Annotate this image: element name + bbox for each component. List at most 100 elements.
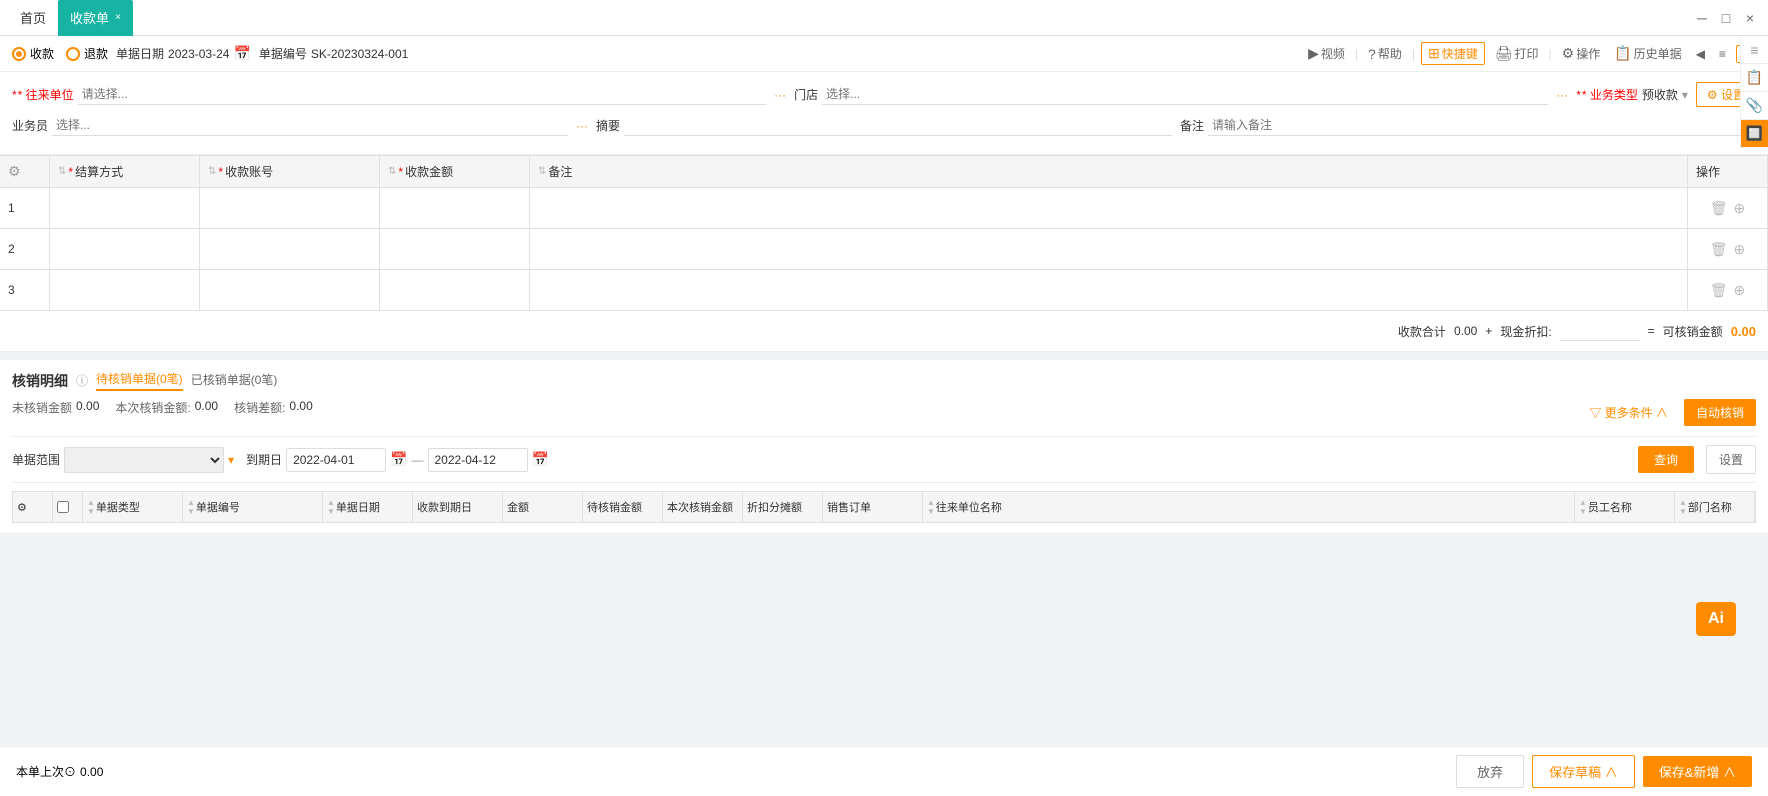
salesperson-input[interactable] bbox=[52, 115, 568, 136]
date-from-input[interactable] bbox=[286, 448, 386, 472]
store-input[interactable] bbox=[822, 84, 1548, 105]
nuclear-info-icon[interactable]: ⓘ bbox=[76, 372, 88, 389]
counterpart-label: ** 往来单位 bbox=[12, 86, 74, 103]
business-type-arrow[interactable]: ▾ bbox=[1682, 88, 1688, 102]
bth-amount-label: 金额 bbox=[507, 499, 529, 515]
prev-icon[interactable]: ◀ bbox=[1692, 45, 1709, 63]
delete-row-1-icon[interactable]: 🗑 bbox=[1710, 200, 1728, 217]
date-value[interactable]: 2023-03-24 bbox=[168, 47, 229, 61]
history-action[interactable]: 📋 历史单据 bbox=[1610, 43, 1685, 64]
table-gear-icon[interactable]: ⚙ bbox=[8, 163, 21, 180]
panel-icon-attach[interactable]: 📎 bbox=[1741, 92, 1768, 120]
auto-nuclear-button[interactable]: 自动核销 bbox=[1684, 399, 1756, 426]
bth-sales-order: 销售订单 bbox=[823, 492, 923, 522]
copy-row-2-icon[interactable]: ⊕ bbox=[1734, 241, 1746, 258]
bth-checkbox[interactable] bbox=[53, 492, 83, 522]
bth-settings[interactable]: ⚙ bbox=[13, 492, 53, 522]
video-icon: ▶ bbox=[1308, 45, 1319, 62]
copy-row-1-icon[interactable]: ⊕ bbox=[1734, 200, 1746, 217]
home-tab[interactable]: 首页 bbox=[8, 0, 58, 36]
discount-input[interactable] bbox=[1560, 321, 1640, 341]
print-action[interactable]: 🖨 打印 bbox=[1491, 43, 1543, 64]
date-to-input[interactable] bbox=[428, 448, 528, 472]
range-label: 单据范围 bbox=[12, 451, 60, 468]
query-button[interactable]: 查询 bbox=[1638, 446, 1694, 473]
close-tab-icon[interactable]: × bbox=[115, 12, 121, 23]
remark-input[interactable] bbox=[1208, 115, 1756, 136]
td-account-2[interactable] bbox=[200, 229, 380, 269]
store-field: 门店 ··· bbox=[794, 84, 1568, 105]
panel-icon-table[interactable]: ≡ bbox=[1741, 36, 1768, 64]
td-remark-3[interactable] bbox=[530, 270, 1688, 310]
td-amount-3[interactable] bbox=[380, 270, 530, 310]
date-to-calendar-icon[interactable]: 📅 bbox=[532, 451, 549, 468]
td-remark-1[interactable] bbox=[530, 188, 1688, 228]
date-calendar-icon[interactable]: 📅 bbox=[233, 45, 250, 62]
window-controls: ─ □ × bbox=[1692, 8, 1760, 28]
footer-info: 本单上次⊙ 0.00 bbox=[16, 763, 103, 780]
operation-icon: ⚙ bbox=[1562, 45, 1575, 62]
radio-refund[interactable]: 退款 bbox=[66, 45, 108, 62]
th-action-label: 操作 bbox=[1696, 163, 1720, 180]
nuclear-tab-pending[interactable]: 待核销单据(0笔) bbox=[96, 370, 183, 391]
operation-action[interactable]: ⚙ 操作 bbox=[1558, 43, 1605, 64]
summary-input[interactable] bbox=[624, 115, 1172, 136]
bill-no-value[interactable]: SK-20230324-001 bbox=[311, 47, 408, 61]
delete-row-2-icon[interactable]: 🗑 bbox=[1710, 241, 1728, 258]
store-dots[interactable]: ··· bbox=[1556, 88, 1568, 102]
date-field: 单据日期 2023-03-24 📅 bbox=[116, 45, 251, 62]
save-draft-label: 保存草稿 ∧ bbox=[1549, 762, 1618, 781]
maximize-btn[interactable]: □ bbox=[1716, 8, 1736, 28]
td-account-3[interactable] bbox=[200, 270, 380, 310]
ai-badge[interactable]: Ai bbox=[1696, 602, 1736, 636]
delete-row-3-icon[interactable]: 🗑 bbox=[1710, 282, 1728, 299]
select-all-checkbox[interactable] bbox=[57, 501, 69, 513]
td-amount-2[interactable] bbox=[380, 229, 530, 269]
radio-receive[interactable]: 收款 bbox=[12, 45, 54, 62]
close-window-btn[interactable]: × bbox=[1740, 8, 1760, 28]
total-label: 收款合计 bbox=[1398, 323, 1446, 340]
td-remark-2[interactable] bbox=[530, 229, 1688, 269]
discard-button[interactable]: 放弃 bbox=[1456, 755, 1524, 788]
td-amount-1[interactable] bbox=[380, 188, 530, 228]
receipt-table: ⚙ ⇅ * 结算方式 ⇅ * 收款账号 ⇅ * 收款金额 ⇅ 备注 操作 1 bbox=[0, 155, 1768, 311]
salesperson-dots[interactable]: ··· bbox=[576, 119, 588, 133]
td-payment-1[interactable] bbox=[50, 188, 200, 228]
video-action[interactable]: ▶ 视频 bbox=[1304, 43, 1349, 64]
bth-type-label: 单据类型 bbox=[96, 499, 140, 515]
td-payment-3[interactable] bbox=[50, 270, 200, 310]
td-account-1[interactable] bbox=[200, 188, 380, 228]
range-select[interactable] bbox=[64, 447, 224, 473]
minimize-btn[interactable]: ─ bbox=[1692, 8, 1712, 28]
td-num-1: 1 bbox=[0, 188, 50, 228]
more-conditions-btn[interactable]: ▽ 更多条件 ∧ bbox=[1589, 399, 1668, 426]
nuclear-tab-done[interactable]: 已核销单据(0笔) bbox=[191, 371, 278, 390]
counterpart-input[interactable] bbox=[78, 84, 766, 105]
receipt-tab[interactable]: 收款单 × bbox=[58, 0, 133, 36]
table-header: ⚙ ⇅ * 结算方式 ⇅ * 收款账号 ⇅ * 收款金额 ⇅ 备注 操作 bbox=[0, 155, 1768, 188]
copy-row-3-icon[interactable]: ⊕ bbox=[1734, 282, 1746, 299]
panel-icon-screenshot[interactable]: 🔲 bbox=[1741, 120, 1768, 148]
history-icon: 📋 bbox=[1614, 45, 1631, 62]
footer-info-label: 本单上次⊙ bbox=[16, 763, 76, 780]
counterpart-dots[interactable]: ··· bbox=[774, 88, 786, 102]
panel-icon-docs[interactable]: 📋 bbox=[1741, 64, 1768, 92]
help-action[interactable]: ? 帮助 bbox=[1364, 43, 1406, 64]
date-from-calendar-icon[interactable]: 📅 bbox=[390, 451, 407, 468]
list-view-icon[interactable]: ≡ bbox=[1715, 45, 1730, 63]
nuclear-stats: 未核销金额 0.00 本次核销金额: 0.00 核销差额: 0.00 ▽ 更多条… bbox=[12, 399, 1756, 426]
right-panel: ≡ 📋 📎 🔲 bbox=[1740, 36, 1768, 148]
bth-employee: ▲▼ 员工名称 bbox=[1575, 492, 1675, 522]
bottom-gear-icon[interactable]: ⚙ bbox=[17, 501, 27, 514]
sort-date-icon: ▲▼ bbox=[327, 498, 335, 516]
stat-diff-label: 核销差额: bbox=[234, 399, 285, 426]
stat-thistime-value: 0.00 bbox=[195, 399, 218, 426]
bth-thistime-label: 本次核销金额 bbox=[667, 499, 733, 515]
save-draft-button[interactable]: 保存草稿 ∧ bbox=[1532, 755, 1635, 788]
bth-pending-label: 待核销金额 bbox=[587, 499, 642, 515]
td-payment-2[interactable] bbox=[50, 229, 200, 269]
th-settings[interactable]: ⚙ bbox=[0, 156, 50, 187]
shortcut-action[interactable]: ⊞ 快捷键 bbox=[1421, 42, 1485, 65]
save-new-button[interactable]: 保存&新增 ∧ bbox=[1643, 756, 1752, 787]
search-settings-button[interactable]: 设置 bbox=[1706, 445, 1756, 474]
